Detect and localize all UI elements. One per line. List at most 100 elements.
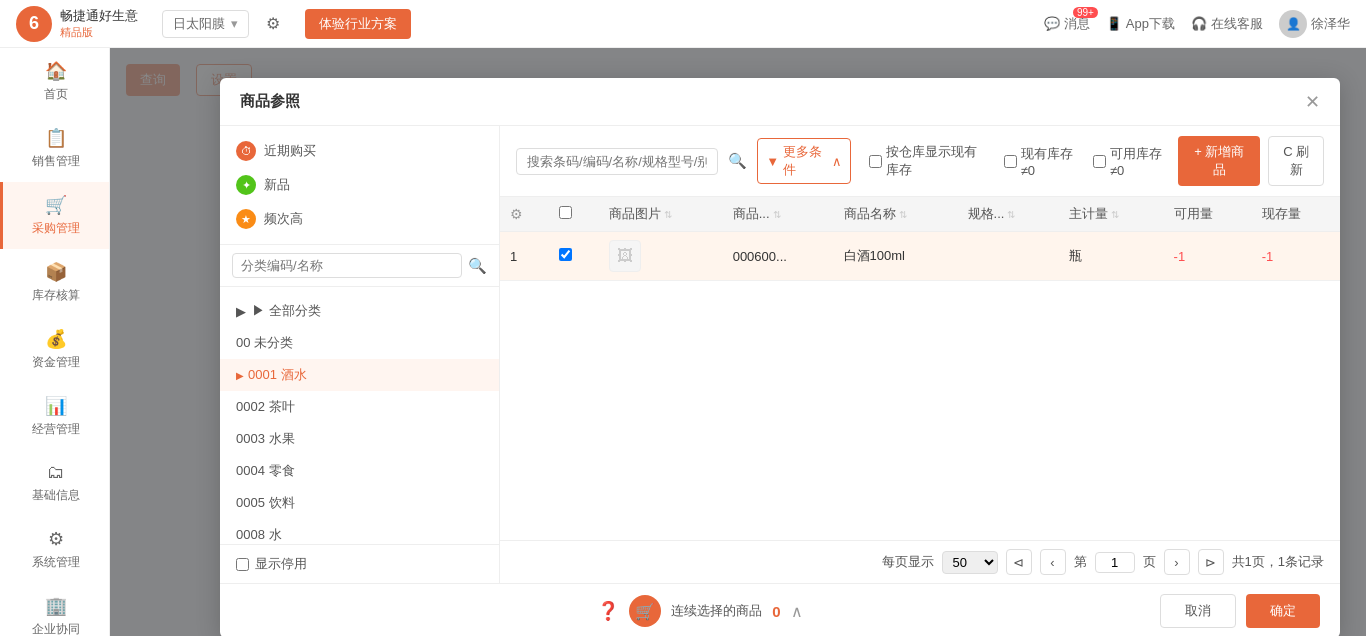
- available-label: 可用库存≠0: [1110, 145, 1168, 178]
- user-avatar[interactable]: 👤 徐泽华: [1279, 10, 1350, 38]
- first-page-button[interactable]: ⊲: [1006, 549, 1032, 575]
- page-unit-label: 页: [1143, 553, 1156, 571]
- expand-all-icon: ▶: [236, 304, 246, 319]
- chevron-up-icon: ∧: [832, 154, 842, 169]
- online-service-button[interactable]: 🎧 在线客服: [1191, 15, 1263, 33]
- confirm-button[interactable]: 确定: [1246, 594, 1320, 628]
- show-disabled-input[interactable]: [236, 558, 249, 571]
- sidebar-item-home[interactable]: 🏠 首页: [0, 48, 109, 115]
- category-all[interactable]: ▶ ▶ 全部分类: [220, 295, 499, 327]
- sidebar-item-system[interactable]: ⚙ 系统管理: [0, 516, 109, 583]
- warehouse-label: 按仓库显示现有库存: [886, 143, 990, 179]
- table-row[interactable]: 1 🖼 000600... 白酒100ml: [500, 232, 1340, 281]
- sort-code[interactable]: 商品... ⇅: [733, 205, 824, 223]
- warehouse-display-checkbox[interactable]: 按仓库显示现有库存: [869, 143, 990, 179]
- main-layout: 🏠 首页 📋 销售管理 🛒 采购管理 📦 库存核算 💰 资金管理 📊 经营管理 …: [0, 48, 1366, 636]
- row-checkbox[interactable]: [549, 232, 598, 281]
- product-search-input[interactable]: [516, 148, 718, 175]
- row-unit: 瓶: [1059, 232, 1164, 281]
- quick-nav-label: 新品: [264, 176, 290, 194]
- quick-nav-recent[interactable]: ⏱ 近期购买: [220, 134, 499, 168]
- filter-checkboxes: 按仓库显示现有库存 现有库存≠0 可用库存≠0: [869, 143, 1168, 179]
- warehouse-checkbox-input[interactable]: [869, 155, 882, 168]
- th-name: 商品名称 ⇅: [834, 197, 958, 232]
- sort-unit[interactable]: 主计量 ⇅: [1069, 205, 1154, 223]
- basics-icon: 🗂: [47, 462, 65, 483]
- add-product-button[interactable]: + 新增商品: [1178, 136, 1260, 186]
- sort-name[interactable]: 商品名称 ⇅: [844, 205, 948, 223]
- filter-more-button[interactable]: ▼ 更多条件 ∧: [757, 138, 850, 184]
- sidebar-label: 资金管理: [32, 354, 80, 371]
- show-disabled-checkbox[interactable]: 显示停用: [236, 555, 307, 573]
- cart-icon[interactable]: 🛒: [629, 595, 661, 627]
- trial-button[interactable]: 体验行业方案: [305, 9, 411, 39]
- quick-nav-new[interactable]: ✦ 新品: [220, 168, 499, 202]
- column-settings-icon[interactable]: ⚙: [510, 206, 523, 222]
- sidebar-item-basics[interactable]: 🗂 基础信息: [0, 450, 109, 516]
- show-disabled-label: 显示停用: [255, 555, 307, 573]
- quick-nav-label: 近期购买: [264, 142, 316, 160]
- select-all-checkbox[interactable]: [559, 206, 572, 219]
- prev-page-button[interactable]: ‹: [1040, 549, 1066, 575]
- sidebar-item-operations[interactable]: 📊 经营管理: [0, 383, 109, 450]
- modal-actions: 取消 确定: [1160, 594, 1320, 628]
- category-0004[interactable]: 0004 零食: [220, 455, 499, 487]
- row-checkbox-input[interactable]: [559, 248, 572, 261]
- category-0008[interactable]: 0008 水: [220, 519, 499, 544]
- next-page-button[interactable]: ›: [1164, 549, 1190, 575]
- quick-nav-frequent[interactable]: ★ 频次高: [220, 202, 499, 236]
- page-label: 第: [1074, 553, 1087, 571]
- available-nonzero-checkbox[interactable]: 可用库存≠0: [1093, 145, 1168, 178]
- category-search-icon[interactable]: 🔍: [468, 257, 487, 275]
- modal-close-button[interactable]: ✕: [1305, 93, 1320, 111]
- total-info: 共1页，1条记录: [1232, 553, 1324, 571]
- stock-checkbox-input[interactable]: [1004, 155, 1017, 168]
- product-search-icon[interactable]: 🔍: [728, 152, 747, 170]
- available-checkbox-input[interactable]: [1093, 155, 1106, 168]
- category-0001[interactable]: ▶ 0001 酒水: [220, 359, 499, 391]
- sidebar-item-inventory[interactable]: 📦 库存核算: [0, 249, 109, 316]
- product-table-wrap: ⚙ 商品图片 ⇅: [500, 197, 1340, 540]
- category-search-bar: 🔍: [220, 245, 499, 287]
- app-download-button[interactable]: 📱 App下载: [1106, 15, 1175, 33]
- last-page-button[interactable]: ⊳: [1198, 549, 1224, 575]
- refresh-button[interactable]: C 刷新: [1268, 136, 1324, 186]
- cancel-button[interactable]: 取消: [1160, 594, 1236, 628]
- help-icon[interactable]: ❓: [597, 600, 619, 622]
- sidebar-label: 首页: [44, 86, 68, 103]
- cart-text: 连续选择的商品: [671, 602, 762, 620]
- store-selector[interactable]: 日太阳膜 ▾: [162, 10, 249, 38]
- sort-spec[interactable]: 规格... ⇅: [968, 205, 1049, 223]
- sort-icon: ⇅: [664, 209, 672, 220]
- sidebar: 🏠 首页 📋 销售管理 🛒 采购管理 📦 库存核算 💰 资金管理 📊 经营管理 …: [0, 48, 110, 636]
- sidebar-item-purchase[interactable]: 🛒 采购管理: [0, 182, 109, 249]
- settings-icon[interactable]: ⚙: [257, 8, 289, 40]
- purchase-icon: 🛒: [45, 194, 67, 216]
- category-0005[interactable]: 0005 饮料: [220, 487, 499, 519]
- messages-button[interactable]: 💬 消息 99+: [1044, 15, 1090, 33]
- sidebar-item-finance[interactable]: 💰 资金管理: [0, 316, 109, 383]
- th-settings[interactable]: ⚙: [500, 197, 549, 232]
- category-0003[interactable]: 0003 水果: [220, 423, 499, 455]
- category-0002[interactable]: 0002 茶叶: [220, 391, 499, 423]
- collapse-cart-icon[interactable]: ∧: [791, 602, 803, 621]
- th-checkbox[interactable]: [549, 197, 598, 232]
- sidebar-item-sales[interactable]: 📋 销售管理: [0, 115, 109, 182]
- sidebar-label: 基础信息: [32, 487, 80, 504]
- sort-image[interactable]: 商品图片 ⇅: [609, 205, 713, 223]
- page-size-select[interactable]: 50 10 20 100: [942, 551, 998, 574]
- category-search-input[interactable]: [232, 253, 462, 278]
- image-placeholder-icon: 🖼: [617, 247, 633, 265]
- th-stock: 现存量: [1252, 197, 1340, 232]
- page-number-input[interactable]: [1095, 552, 1135, 573]
- sort-icon: ⇅: [773, 209, 781, 220]
- row-image: 🖼: [599, 232, 723, 281]
- stock-nonzero-checkbox[interactable]: 现有库存≠0: [1004, 145, 1079, 178]
- category-label: ▶ 全部分类: [252, 302, 321, 320]
- sidebar-label: 采购管理: [32, 220, 80, 237]
- enterprise-icon: 🏢: [45, 595, 67, 617]
- category-label: 0008 水: [236, 526, 282, 544]
- brand: 畅捷通好生意 精品版: [60, 8, 138, 39]
- category-00[interactable]: 00 未分类: [220, 327, 499, 359]
- sidebar-item-enterprise[interactable]: 🏢 企业协同: [0, 583, 109, 636]
